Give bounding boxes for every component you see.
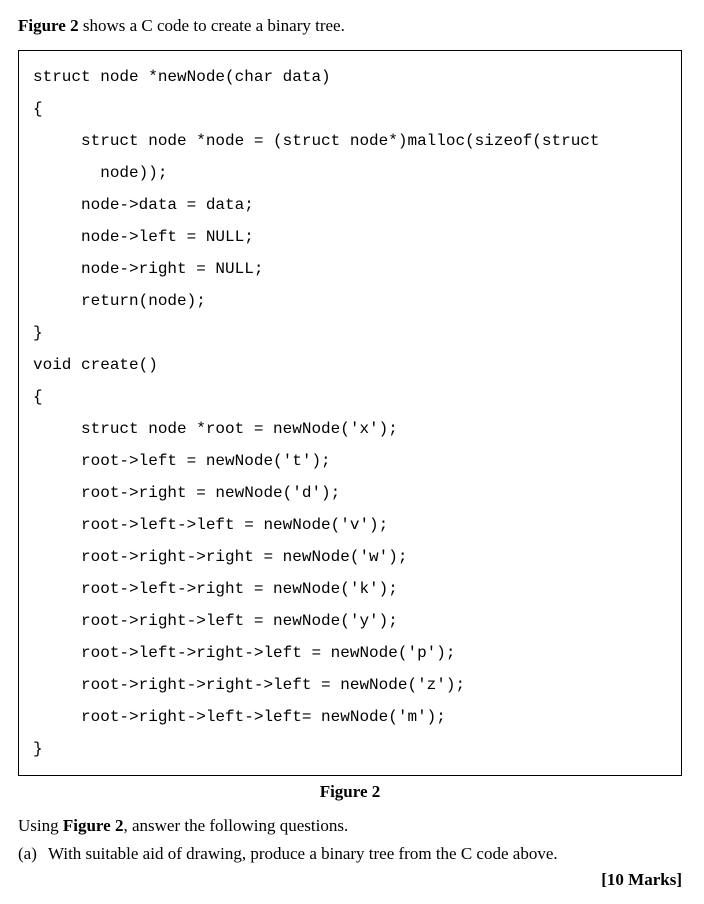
code-line: { [33, 381, 667, 413]
intro-text: shows a C code to create a binary tree. [79, 16, 345, 35]
followup-pre: Using [18, 816, 63, 835]
followup-figure-ref: Figure 2 [63, 816, 124, 835]
code-line: root->right->right->left = newNode('z'); [33, 669, 667, 701]
followup-post: , answer the following questions. [123, 816, 348, 835]
code-line: struct node *newNode(char data) [33, 61, 667, 93]
code-line: } [33, 733, 667, 765]
code-line: } [33, 317, 667, 349]
code-line: root->left->right->left = newNode('p'); [33, 637, 667, 669]
code-line: { [33, 93, 667, 125]
code-line: root->left = newNode('t'); [33, 445, 667, 477]
code-line: root->right = newNode('d'); [33, 477, 667, 509]
followup-paragraph: Using Figure 2, answer the following que… [18, 816, 682, 836]
code-line: void create() [33, 349, 667, 381]
question-a: (a) With suitable aid of drawing, produc… [18, 844, 682, 864]
code-line: node)); [33, 157, 667, 189]
code-line: root->left->left = newNode('v'); [33, 509, 667, 541]
code-box: struct node *newNode(char data){ struct … [18, 50, 682, 776]
code-line: node->left = NULL; [33, 221, 667, 253]
intro-figure-ref: Figure 2 [18, 16, 79, 35]
question-text: With suitable aid of drawing, produce a … [48, 844, 558, 864]
code-line: root->right->right = newNode('w'); [33, 541, 667, 573]
marks-label: [10 Marks] [18, 870, 682, 890]
code-line: root->left->right = newNode('k'); [33, 573, 667, 605]
page: Figure 2 shows a C code to create a bina… [0, 0, 704, 904]
code-line: return(node); [33, 285, 667, 317]
code-line: root->right->left->left= newNode('m'); [33, 701, 667, 733]
code-line: node->right = NULL; [33, 253, 667, 285]
code-line: root->right->left = newNode('y'); [33, 605, 667, 637]
figure-caption: Figure 2 [18, 782, 682, 802]
code-line: struct node *node = (struct node*)malloc… [33, 125, 667, 157]
code-line: node->data = data; [33, 189, 667, 221]
question-label: (a) [18, 844, 48, 864]
code-line: struct node *root = newNode('x'); [33, 413, 667, 445]
intro-paragraph: Figure 2 shows a C code to create a bina… [18, 16, 682, 36]
